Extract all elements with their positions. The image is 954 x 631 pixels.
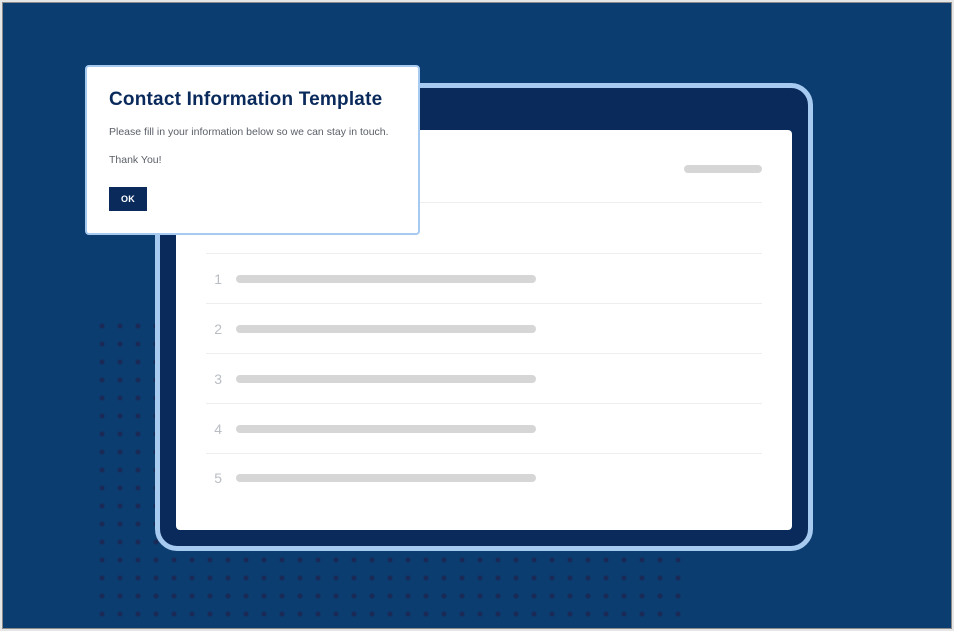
form-row: 2 <box>206 303 762 353</box>
row-number: 2 <box>206 321 236 337</box>
row-number: 1 <box>206 271 236 287</box>
row-number: 5 <box>206 470 236 486</box>
canvas: 1 2 3 4 5 Contact Information Template <box>2 2 952 629</box>
row-placeholder <box>236 425 536 433</box>
form-row: 4 <box>206 403 762 453</box>
row-placeholder <box>236 275 536 283</box>
modal-thanks-text: Thank You! <box>109 153 396 169</box>
header-placeholder <box>684 165 762 173</box>
row-number: 4 <box>206 421 236 437</box>
row-placeholder <box>236 325 536 333</box>
form-row: 3 <box>206 353 762 403</box>
form-row: 5 <box>206 453 762 503</box>
ok-button[interactable]: OK <box>109 187 147 211</box>
form-row: 1 <box>206 253 762 303</box>
modal-title: Contact Information Template <box>109 89 396 111</box>
intro-modal: Contact Information Template Please fill… <box>85 65 420 235</box>
row-placeholder <box>236 375 536 383</box>
row-number: 3 <box>206 371 236 387</box>
modal-body-text: Please fill in your information below so… <box>109 125 396 141</box>
row-placeholder <box>236 474 536 482</box>
